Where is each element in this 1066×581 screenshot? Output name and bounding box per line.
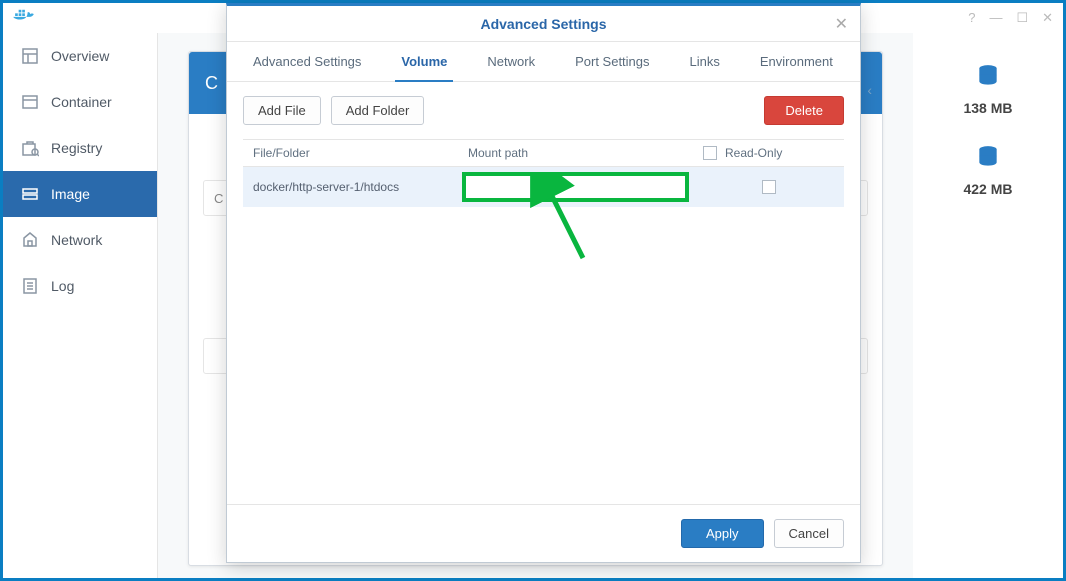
container-icon	[21, 93, 39, 111]
info-column: 138 MB 422 MB	[913, 33, 1063, 578]
add-file-button[interactable]: Add File	[243, 96, 321, 125]
delete-button[interactable]: Delete	[764, 96, 844, 125]
sidebar-item-registry[interactable]: Registry	[3, 125, 157, 171]
volume-file-path: docker/http-server-1/htdocs	[243, 174, 458, 200]
sidebar-label: Overview	[51, 48, 109, 64]
image-size-item: 138 MB	[963, 63, 1012, 116]
overview-icon	[21, 47, 39, 65]
column-mount-path: Mount path	[458, 140, 693, 166]
sidebar-item-log[interactable]: Log	[3, 263, 157, 309]
bg-header-text: C	[205, 73, 218, 94]
modal-header: Advanced Settings ✕	[227, 6, 860, 42]
volume-row[interactable]: docker/http-server-1/htdocs	[243, 167, 844, 207]
modal-toolbar: Add File Add Folder Delete	[227, 82, 860, 139]
sidebar-item-container[interactable]: Container	[3, 79, 157, 125]
sidebar-label: Registry	[51, 140, 102, 156]
sidebar-label: Network	[51, 232, 102, 248]
image-size: 138 MB	[963, 100, 1012, 116]
readonly-checkbox[interactable]	[762, 180, 776, 194]
sidebar-item-network[interactable]: Network	[3, 217, 157, 263]
database-icon	[975, 144, 1001, 175]
readonly-label: Read-Only	[725, 146, 782, 160]
network-icon	[21, 231, 39, 249]
modal-tabs: Advanced Settings Volume Network Port Se…	[227, 42, 860, 82]
modal-close-icon[interactable]: ✕	[835, 14, 848, 34]
window-controls: ? — ☐ ✕	[968, 10, 1053, 26]
tab-links[interactable]: Links	[670, 42, 740, 81]
sidebar: Overview Container Registry Image Networ…	[3, 33, 158, 578]
sidebar-label: Image	[51, 186, 90, 202]
help-icon[interactable]: ?	[968, 10, 975, 26]
docker-whale-icon	[13, 8, 35, 29]
modal-title: Advanced Settings	[480, 16, 606, 32]
volume-table: File/Folder Mount path Read-Only docker/…	[243, 139, 844, 207]
sidebar-item-image[interactable]: Image	[3, 171, 157, 217]
registry-icon	[21, 139, 39, 157]
readonly-header-checkbox[interactable]	[703, 146, 717, 160]
minimize-icon[interactable]: —	[989, 10, 1002, 26]
apply-button[interactable]: Apply	[681, 519, 764, 548]
cancel-button[interactable]: Cancel	[774, 519, 844, 548]
tab-network[interactable]: Network	[467, 42, 555, 81]
sidebar-label: Container	[51, 94, 112, 110]
modal-footer: Apply Cancel	[227, 504, 860, 562]
close-icon[interactable]: ✕	[1042, 10, 1053, 26]
next-button-fragment: ‹	[867, 82, 872, 98]
tab-port-settings[interactable]: Port Settings	[555, 42, 669, 81]
tab-advanced-settings[interactable]: Advanced Settings	[233, 42, 381, 81]
volume-table-header: File/Folder Mount path Read-Only	[243, 139, 844, 167]
maximize-icon[interactable]: ☐	[1016, 10, 1028, 26]
column-file-folder: File/Folder	[243, 140, 458, 166]
sidebar-label: Log	[51, 278, 74, 294]
column-read-only: Read-Only	[693, 140, 844, 166]
mount-path-input[interactable]	[462, 172, 689, 202]
image-size: 422 MB	[963, 181, 1012, 197]
add-folder-button[interactable]: Add Folder	[331, 96, 425, 125]
tab-volume[interactable]: Volume	[381, 42, 467, 81]
database-icon	[975, 63, 1001, 94]
image-size-item: 422 MB	[963, 144, 1012, 197]
advanced-settings-modal: Advanced Settings ✕ Advanced Settings Vo…	[226, 3, 861, 563]
log-icon	[21, 277, 39, 295]
tab-environment[interactable]: Environment	[740, 42, 853, 81]
image-icon	[21, 185, 39, 203]
sidebar-item-overview[interactable]: Overview	[3, 33, 157, 79]
